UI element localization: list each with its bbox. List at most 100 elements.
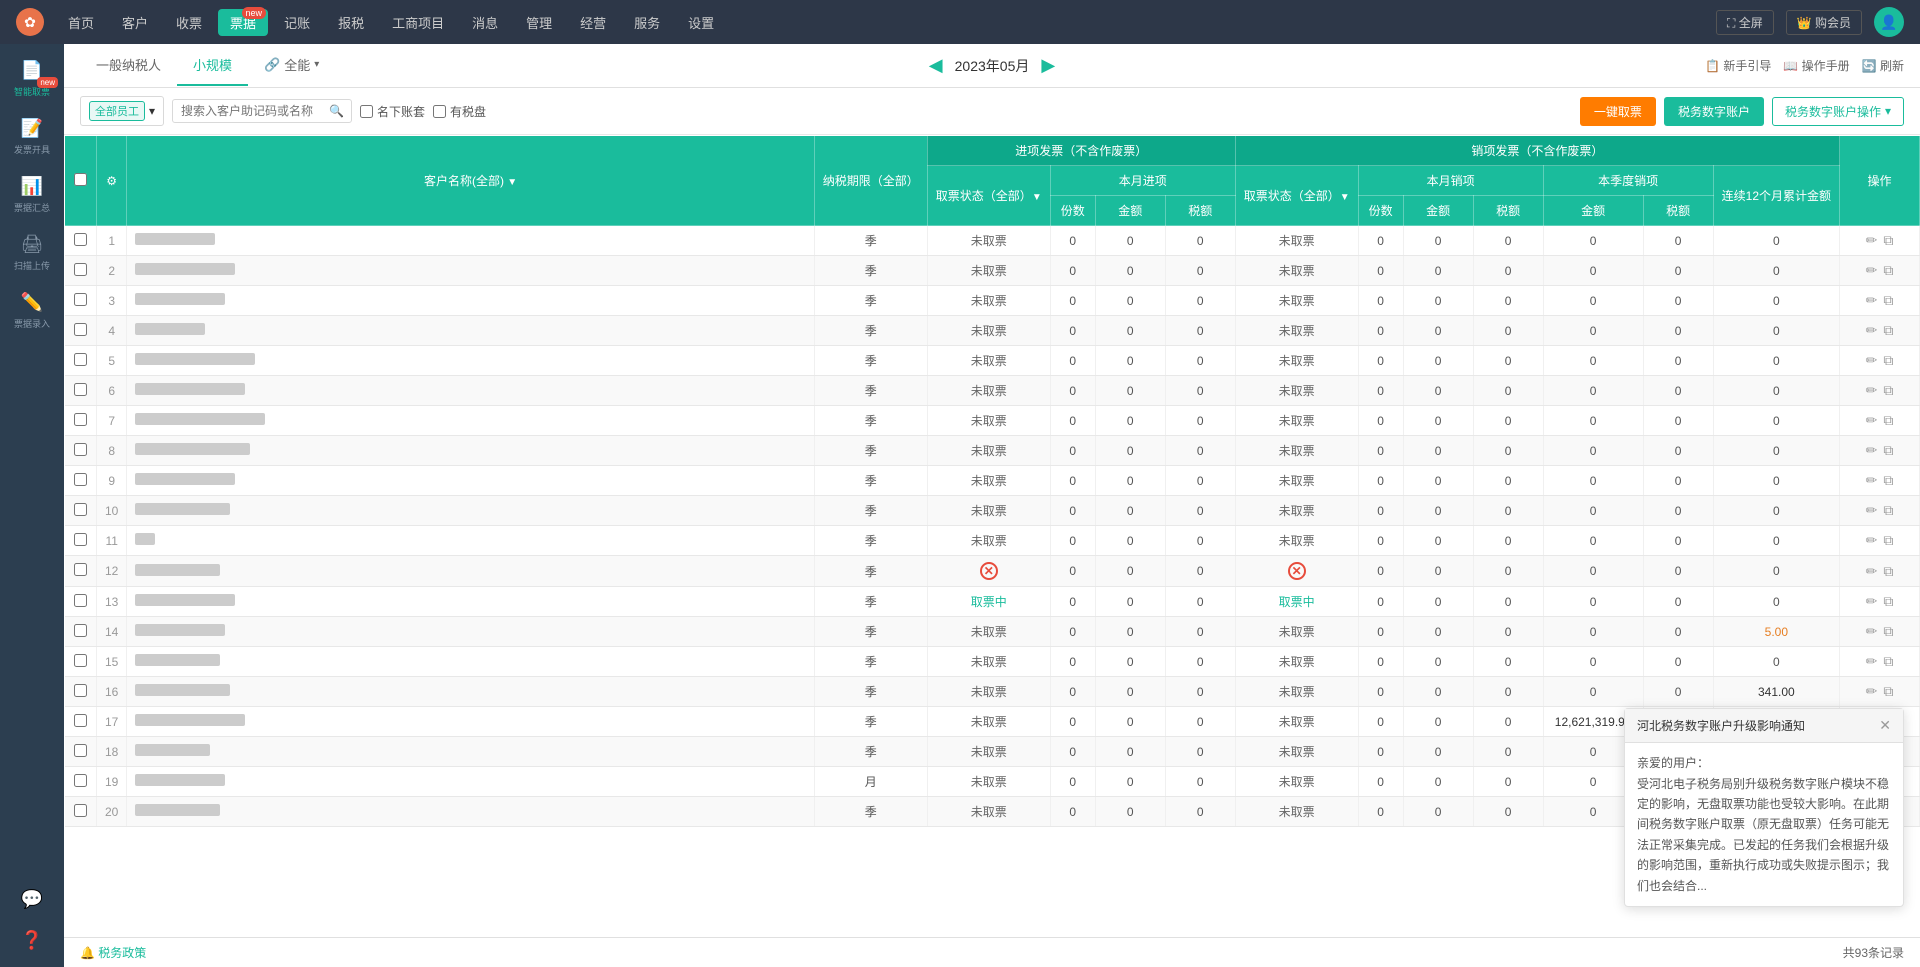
copy-icon[interactable]: ⧉ <box>1883 593 1893 610</box>
sidebar-item-open-ticket[interactable]: 📝 发票开具 <box>4 110 60 164</box>
edit-icon[interactable]: ✏ <box>1866 532 1878 549</box>
row-checkbox[interactable] <box>74 654 87 667</box>
copy-icon[interactable]: ⧉ <box>1883 653 1893 670</box>
row-checkbox[interactable] <box>74 383 87 396</box>
td-out-amount: 0 <box>1403 466 1473 496</box>
sidebar-item-scan[interactable]: 🖨 扫描上传 <box>4 226 60 280</box>
copy-icon[interactable]: ⧉ <box>1883 442 1893 459</box>
row-checkbox[interactable] <box>74 443 87 456</box>
tab-general-taxpayer[interactable]: 一般纳税人 <box>80 45 177 86</box>
employee-select[interactable]: 全部员工 ▾ <box>80 96 164 126</box>
edit-icon[interactable]: ✏ <box>1866 593 1878 610</box>
edit-icon[interactable]: ✏ <box>1866 412 1878 429</box>
row-checkbox[interactable] <box>74 533 87 546</box>
one-click-fetch-button[interactable]: 一键取票 <box>1580 97 1656 126</box>
copy-icon[interactable]: ⧉ <box>1883 262 1893 279</box>
sidebar-item-summary[interactable]: 📊 票据汇总 <box>4 168 60 222</box>
row-checkbox[interactable] <box>74 774 87 787</box>
copy-icon[interactable]: ⧉ <box>1883 292 1893 309</box>
edit-icon[interactable]: ✏ <box>1866 232 1878 249</box>
tab-small-scale[interactable]: 小规模 <box>177 45 248 86</box>
row-checkbox[interactable] <box>74 413 87 426</box>
copy-icon[interactable]: ⧉ <box>1883 683 1893 700</box>
nav-message[interactable]: 消息 <box>460 9 510 36</box>
copy-icon[interactable]: ⧉ <box>1883 472 1893 489</box>
edit-icon[interactable]: ✏ <box>1866 563 1878 580</box>
row-checkbox[interactable] <box>74 563 87 576</box>
search-icon[interactable]: 🔍 <box>329 104 344 118</box>
row-checkbox[interactable] <box>74 353 87 366</box>
row-checkbox[interactable] <box>74 714 87 727</box>
nav-settings[interactable]: 设置 <box>676 9 726 36</box>
copy-icon[interactable]: ⧉ <box>1883 322 1893 339</box>
row-checkbox[interactable] <box>74 804 87 817</box>
edit-icon[interactable]: ✏ <box>1866 472 1878 489</box>
copy-icon[interactable]: ⧉ <box>1883 382 1893 399</box>
nav-home[interactable]: 首页 <box>56 9 106 36</box>
notification-close-button[interactable]: ✕ <box>1879 717 1891 734</box>
nav-customer[interactable]: 客户 <box>110 9 160 36</box>
checkbox-account[interactable]: 名下账套 <box>360 103 425 120</box>
row-checkbox[interactable] <box>74 744 87 757</box>
row-checkbox[interactable] <box>74 293 87 306</box>
row-checkbox[interactable] <box>74 233 87 246</box>
refresh-link[interactable]: 🔄 刷新 <box>1862 57 1904 74</box>
nav-bookkeep[interactable]: 记账 <box>272 9 322 36</box>
status-out-unget: 未取票 <box>1279 715 1315 729</box>
checkbox-account-input[interactable] <box>360 105 373 118</box>
checkbox-taxbox[interactable]: 有税盘 <box>433 103 486 120</box>
manual-link[interactable]: 📖 操作手册 <box>1783 57 1849 74</box>
select-all-checkbox[interactable] <box>74 173 87 186</box>
checkbox-taxbox-input[interactable] <box>433 105 446 118</box>
sidebar-item-feedback[interactable]: 💬 <box>4 881 60 918</box>
edit-icon[interactable]: ✏ <box>1866 502 1878 519</box>
edit-icon[interactable]: ✏ <box>1866 442 1878 459</box>
row-checkbox[interactable] <box>74 624 87 637</box>
copy-icon[interactable]: ⧉ <box>1883 563 1893 580</box>
copy-icon[interactable]: ⧉ <box>1883 623 1893 640</box>
prev-month-button[interactable]: ◀ <box>929 55 943 76</box>
copy-icon[interactable]: ⧉ <box>1883 232 1893 249</box>
edit-icon[interactable]: ✏ <box>1866 653 1878 670</box>
user-avatar[interactable]: 👤 <box>1874 7 1904 37</box>
row-checkbox[interactable] <box>74 503 87 516</box>
copy-icon[interactable]: ⧉ <box>1883 352 1893 369</box>
sidebar-item-entry[interactable]: ✏️ 票据录入 <box>4 284 60 338</box>
member-button[interactable]: 👑 购会员 <box>1786 10 1862 35</box>
new-guide-link[interactable]: 📋 新手引导 <box>1705 57 1771 74</box>
td-in-tax: 0 <box>1165 707 1235 737</box>
copy-icon[interactable]: ⧉ <box>1883 502 1893 519</box>
nav-service[interactable]: 服务 <box>622 9 672 36</box>
edit-icon[interactable]: ✏ <box>1866 262 1878 279</box>
tax-policy-link[interactable]: 🔔 税务政策 <box>80 944 146 961</box>
nav-receive[interactable]: 收票 <box>164 9 214 36</box>
row-checkbox[interactable] <box>74 263 87 276</box>
row-checkbox[interactable] <box>74 594 87 607</box>
edit-icon[interactable]: ✏ <box>1866 352 1878 369</box>
nav-ticket[interactable]: 票据 new <box>218 9 268 36</box>
next-month-button[interactable]: ▶ <box>1041 55 1055 76</box>
fullscreen-button[interactable]: ⛶ 全屏 <box>1716 10 1774 35</box>
edit-icon[interactable]: ✏ <box>1866 382 1878 399</box>
search-input[interactable] <box>172 99 352 123</box>
copy-icon[interactable]: ⧉ <box>1883 532 1893 549</box>
tax-account-button[interactable]: 税务数字账户 <box>1664 97 1764 126</box>
nav-tax[interactable]: 报税 <box>326 9 376 36</box>
edit-icon[interactable]: ✏ <box>1866 292 1878 309</box>
edit-icon[interactable]: ✏ <box>1866 623 1878 640</box>
tax-account-op-button[interactable]: 税务数字账户操作 ▾ <box>1772 97 1904 126</box>
nav-bizproject[interactable]: 工商项目 <box>380 9 456 36</box>
sidebar-item-smart-ticket[interactable]: 📄 智能取票 new <box>4 52 60 106</box>
edit-icon[interactable]: ✏ <box>1866 322 1878 339</box>
tab-full[interactable]: 🔗全能 ▾ <box>248 45 335 86</box>
row-checkbox[interactable] <box>74 473 87 486</box>
status-unget: 未取票 <box>971 444 1007 458</box>
nav-operation[interactable]: 经营 <box>568 9 618 36</box>
copy-icon[interactable]: ⧉ <box>1883 412 1893 429</box>
td-credit-amount: 0 <box>1543 587 1643 617</box>
edit-icon[interactable]: ✏ <box>1866 683 1878 700</box>
row-checkbox[interactable] <box>74 323 87 336</box>
sidebar-item-help[interactable]: ❓ <box>4 922 60 959</box>
nav-manage[interactable]: 管理 <box>514 9 564 36</box>
row-checkbox[interactable] <box>74 684 87 697</box>
